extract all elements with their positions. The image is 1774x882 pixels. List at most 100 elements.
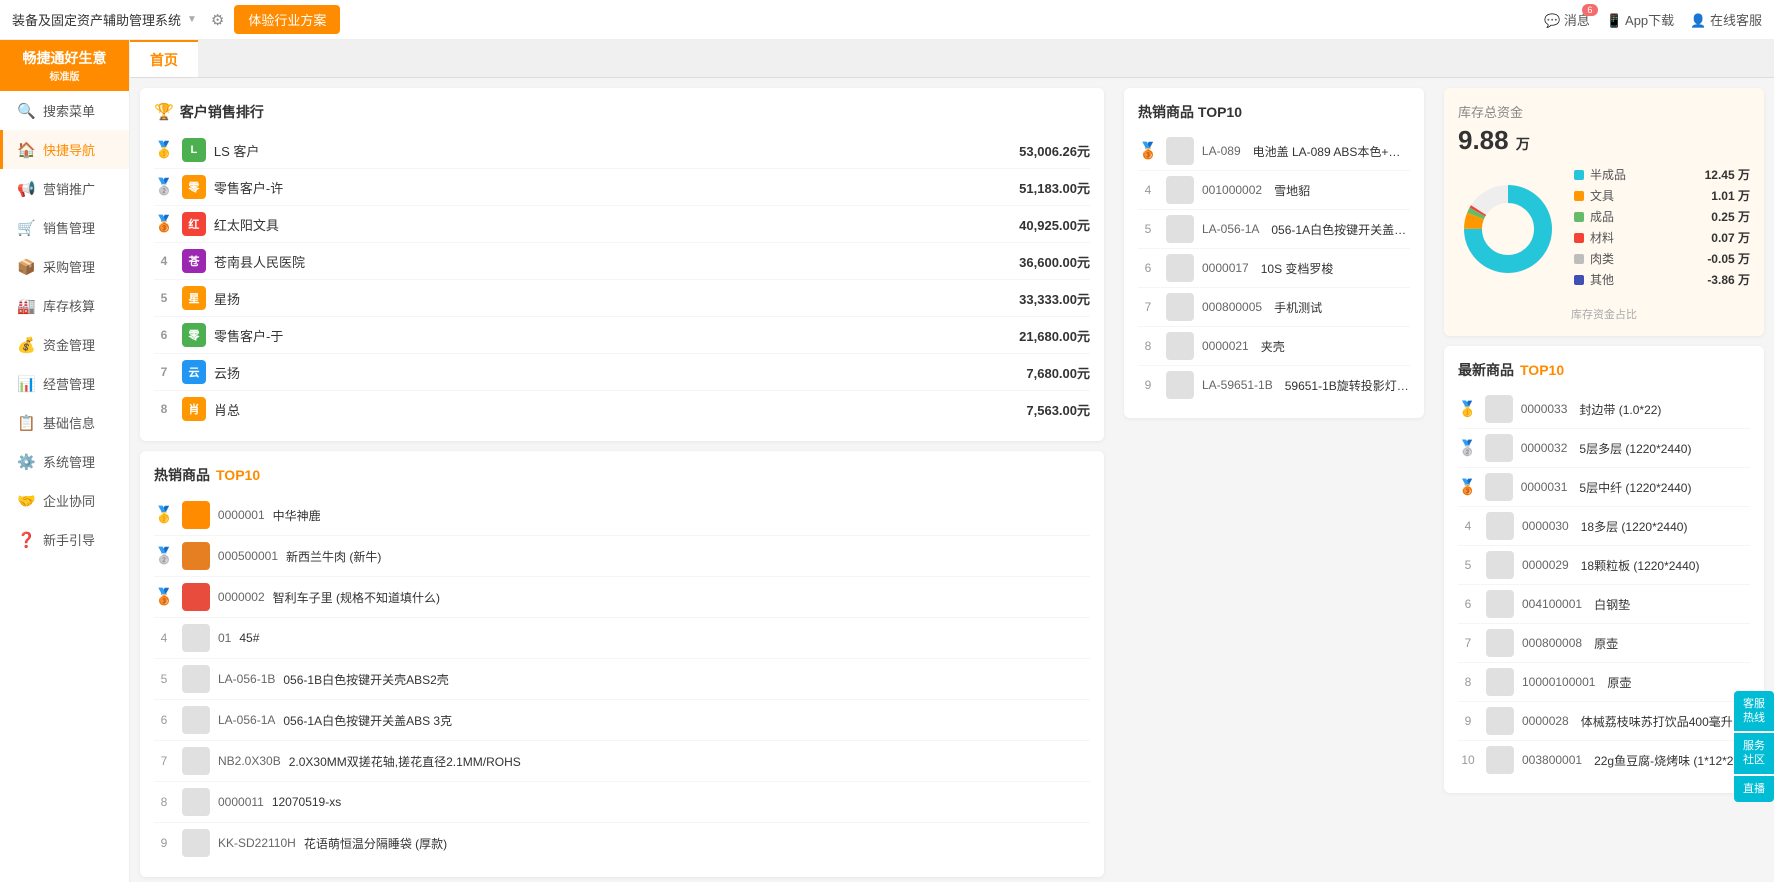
hot-prod-item[interactable]: 7 NB2.0X30B 2.0X30MM双搓花轴,搓花直径2.1MM/ROHS [154, 741, 1090, 782]
new-prod-item[interactable]: 7 000800008 原壶 [1458, 624, 1750, 663]
new-prod-image [1486, 668, 1514, 696]
rank-num: 8 [1458, 675, 1478, 689]
mid-rank-item[interactable]: 7 000800005 手机测试 [1138, 288, 1410, 327]
rank-value: 33,333.00元 [1019, 289, 1090, 308]
hot-prod-item[interactable]: 🥇 0000001 中华神鹿 [154, 495, 1090, 536]
legend-value: -3.86 万 [1707, 271, 1750, 288]
mid-rank-item[interactable]: 6 0000017 10S 变档罗梭 [1138, 249, 1410, 288]
new-prod-item[interactable]: 5 0000029 18颗粒板 (1220*2440) [1458, 546, 1750, 585]
new-title-text: 最新商品 [1458, 360, 1514, 380]
sidebar-item-search[interactable]: 🔍 搜索菜单 [0, 91, 129, 130]
client-rank-item[interactable]: 🥉 红 红太阳文具 40,925.00元 [154, 206, 1090, 243]
mid-prod-image [1166, 332, 1194, 360]
hot-prod-item[interactable]: 🥈 000500001 新西兰牛肉 (新牛) [154, 536, 1090, 577]
search-icon: 🔍 [17, 102, 35, 120]
hot-prod-item[interactable]: 6 LA-056-1A 056-1A白色按键开关盖ABS 3克 [154, 700, 1090, 741]
new-prod-image [1486, 707, 1514, 735]
hot-prod-item[interactable]: 4 01 45# [154, 618, 1090, 659]
hot-prod-item[interactable]: 5 LA-056-1B 056-1B白色按键开关壳ABS2壳 [154, 659, 1090, 700]
message-btn[interactable]: 💬 6 消息 [1544, 10, 1590, 29]
sidebar-label-finance: 资金管理 [43, 335, 95, 354]
hot-prod-item[interactable]: 8 0000011 12070519-xs [154, 782, 1090, 823]
float-btn-community[interactable]: 服务社区 [1734, 733, 1774, 774]
online-label: 在线客服 [1710, 13, 1762, 28]
prod-image [182, 829, 210, 857]
trophy-icon: 🏆 [154, 102, 174, 122]
rank-num: 6 [1138, 261, 1158, 275]
legend-dot [1574, 191, 1584, 201]
client-rank-item[interactable]: 🥇 L LS 客户 53,006.26元 [154, 132, 1090, 169]
new-prod-item[interactable]: 6 004100001 白钢垫 [1458, 585, 1750, 624]
sidebar-item-sales[interactable]: 🛒 销售管理 [0, 208, 129, 247]
sidebar-item-collab[interactable]: 🤝 企业协同 [0, 481, 129, 520]
prod-code: 01 [218, 631, 231, 645]
rank-badge: 零 [182, 323, 206, 347]
sidebar-item-inventory[interactable]: 🏭 库存核算 [0, 286, 129, 325]
sidebar-item-finance[interactable]: 💰 资金管理 [0, 325, 129, 364]
mid-prod-image [1166, 254, 1194, 282]
rank-num: 9 [154, 836, 174, 850]
client-rank-title: 🏆 客户销售排行 [154, 102, 1090, 122]
sales-icon: 🛒 [17, 219, 35, 237]
new-prod-item[interactable]: 🥉 0000031 5层中纤 (1220*2440) [1458, 468, 1750, 507]
client-rank-item[interactable]: 8 肖 肖总 7,563.00元 [154, 391, 1090, 427]
client-rank-item[interactable]: 🥈 零 零售客户-许 51,183.00元 [154, 169, 1090, 206]
system-selector[interactable]: 装备及固定资产辅助管理系统 ▼ [12, 10, 197, 29]
new-products-panel: 最新商品 TOP10 🥇 0000033 封边带 (1.0*22) 🥈 0000… [1444, 346, 1764, 793]
client-rank-item[interactable]: 4 苍 苍南县人民医院 36,600.00元 [154, 243, 1090, 280]
rank-value: 53,006.26元 [1019, 141, 1090, 160]
online-service-btn[interactable]: 👤 在线客服 [1690, 10, 1762, 29]
new-prod-item[interactable]: 10 003800001 22g鱼豆腐-烧烤味 (1*12*20) [1458, 741, 1750, 779]
rank-number: 8 [154, 402, 174, 416]
rank-badge: 星 [182, 286, 206, 310]
mid-prod-code: LA-056-1A [1202, 222, 1259, 236]
prod-image [182, 501, 210, 529]
settings-icon[interactable]: ⚙ [211, 11, 224, 29]
new-prod-item[interactable]: 🥇 0000033 封边带 (1.0*22) [1458, 390, 1750, 429]
new-prod-code: 0000031 [1521, 480, 1568, 494]
mid-rank-item[interactable]: 🥉 LA-089 电池盖 LA-089 ABS本色+黑种 7.1克 [1138, 132, 1410, 171]
home-icon: 🏠 [17, 141, 35, 159]
rank-num: 7 [154, 754, 174, 768]
sidebar-item-guide[interactable]: ❓ 新手引导 [0, 520, 129, 559]
sidebar-label-collab: 企业协同 [43, 491, 95, 510]
sidebar-item-base[interactable]: 📋 基础信息 [0, 403, 129, 442]
prod-code: LA-056-1B [218, 672, 275, 686]
content: 首页 🏆 客户销售排行 🥇 L LS 客户 53,006.26元 🥈 零 零售客… [130, 40, 1774, 882]
sidebar-label-guide: 新手引导 [43, 530, 95, 549]
mid-hot-sales-panel: 热销商品 TOP10 🥉 LA-089 电池盖 LA-089 ABS本色+黑种 … [1124, 88, 1424, 418]
mid-rank-item[interactable]: 4 001000002 雪地貂 [1138, 171, 1410, 210]
sidebar-item-marketing[interactable]: 📢 营销推广 [0, 169, 129, 208]
client-rank-item[interactable]: 7 云 云扬 7,680.00元 [154, 354, 1090, 391]
float-btn-live[interactable]: 直播 [1734, 776, 1774, 802]
prod-image [182, 665, 210, 693]
hot-prod-item[interactable]: 🥉 0000002 智利车子里 (规格不知道填什么) [154, 577, 1090, 618]
mid-rank-item[interactable]: 8 0000021 夹壳 [1138, 327, 1410, 366]
tab-home[interactable]: 首页 [130, 40, 198, 77]
sidebar-item-operations[interactable]: 📊 经营管理 [0, 364, 129, 403]
prod-image [182, 747, 210, 775]
mid-prod-name: 手机测试 [1274, 299, 1410, 316]
system-name: 装备及固定资产辅助管理系统 [12, 10, 181, 29]
message-badge: 6 [1582, 4, 1598, 16]
mid-rank-item[interactable]: 5 LA-056-1A 056-1A白色按键开关盖ABS 3克 [1138, 210, 1410, 249]
trial-btn[interactable]: 体验行业方案 [234, 5, 340, 34]
new-prod-item[interactable]: 🥈 0000032 5层多层 (1220*2440) [1458, 429, 1750, 468]
app-download-btn[interactable]: 📱 App下载 [1606, 10, 1674, 29]
float-btn-service[interactable]: 客服热线 [1734, 691, 1774, 732]
sidebar-logo[interactable]: 畅捷通好生意 标准版 [0, 40, 129, 91]
new-prod-image [1485, 473, 1513, 501]
rank-num: 7 [1458, 636, 1478, 650]
new-prod-item[interactable]: 4 0000030 18多层 (1220*2440) [1458, 507, 1750, 546]
new-prod-name: 原壶 [1594, 635, 1750, 652]
sidebar-item-nav[interactable]: 🏠 快捷导航 [0, 130, 129, 169]
client-rank-item[interactable]: 5 星 星扬 33,333.00元 [154, 280, 1090, 317]
mid-rank-item[interactable]: 9 LA-59651-1B 59651-1B旋转投影灯电池盒ABS黑色+58壳 [1138, 366, 1410, 404]
legend-item: 材料 0.07 万 [1574, 229, 1750, 246]
new-prod-item[interactable]: 8 10000100001 原壶 [1458, 663, 1750, 702]
sidebar-item-system[interactable]: ⚙️ 系统管理 [0, 442, 129, 481]
sidebar-item-purchase[interactable]: 📦 采购管理 [0, 247, 129, 286]
hot-prod-item[interactable]: 9 KK-SD22110H 花语萌恒温分隔睡袋 (厚款) [154, 823, 1090, 863]
new-prod-item[interactable]: 9 0000028 体械荔枝味苏打饮品400毫升 (1*15) [1458, 702, 1750, 741]
client-rank-item[interactable]: 6 零 零售客户-于 21,680.00元 [154, 317, 1090, 354]
